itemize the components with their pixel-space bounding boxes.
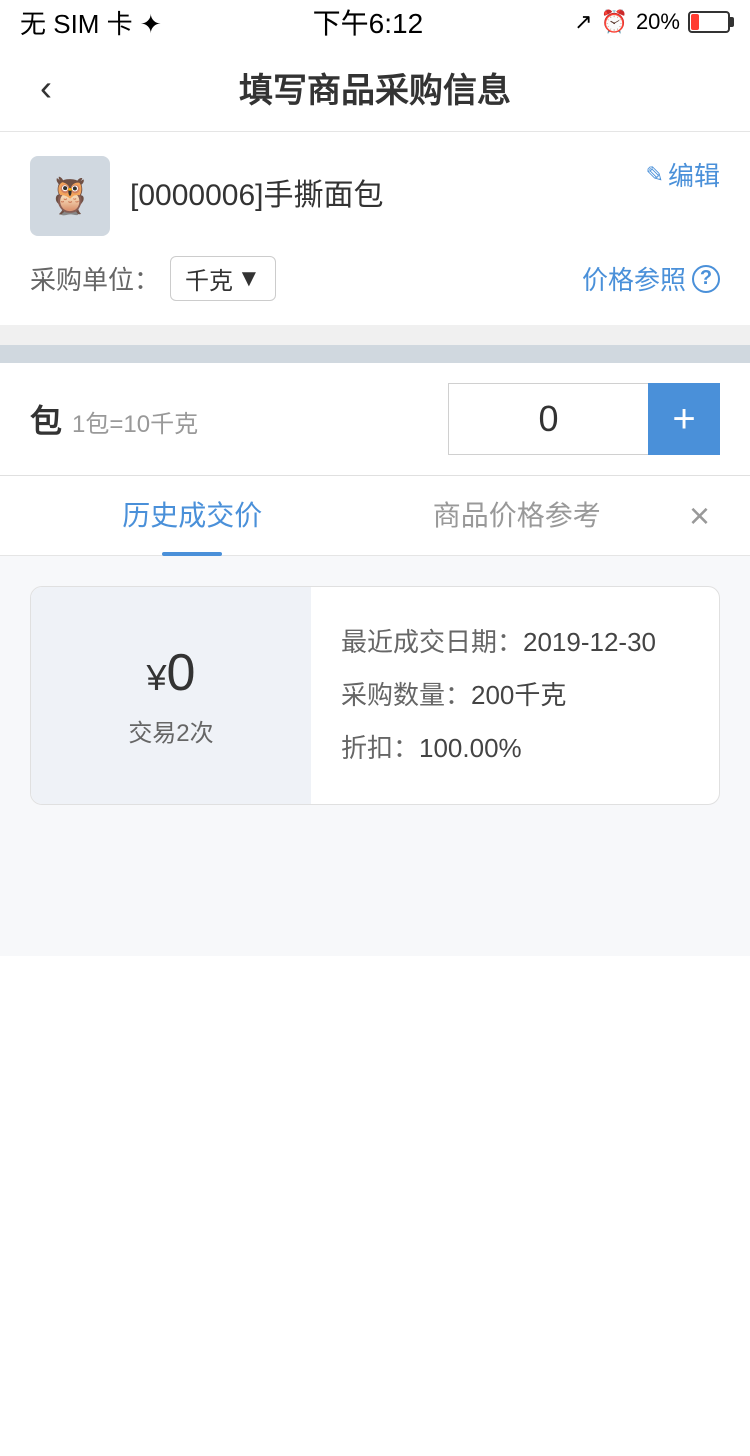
- price-card-right: 最近成交日期：2019-12-30 采购数量：200千克 折扣：100.00%: [311, 587, 719, 804]
- product-header: 🦉 [0000006]手撕面包 ✎ 编辑: [30, 156, 720, 236]
- price-value: ¥0: [147, 643, 196, 703]
- price-card-left: ¥0 交易2次: [31, 587, 311, 804]
- edit-icon: ✎: [646, 162, 664, 188]
- navigation-arrow: ↗: [574, 9, 592, 35]
- edit-button[interactable]: ✎ 编辑: [646, 156, 720, 193]
- status-left: 无 SIM 卡 ✦: [20, 4, 162, 41]
- status-right: ↗ ⏰ 20%: [574, 9, 730, 35]
- page-title: 填写商品采购信息: [239, 63, 511, 112]
- help-icon: ?: [692, 265, 720, 293]
- unit-select[interactable]: 千克 ▼: [170, 256, 276, 301]
- tab-section: 历史成交价 商品价格参考 × ¥0 交易2次 最近成交日期：2019-12-30…: [0, 475, 750, 956]
- back-button[interactable]: ‹: [30, 57, 62, 119]
- nav-bar: ‹ 填写商品采购信息: [0, 44, 750, 132]
- product-meta: 采购单位： 千克 ▼ 价格参照 ?: [30, 256, 720, 301]
- alarm-icon: ⏰: [601, 9, 628, 35]
- tab-close-button[interactable]: ×: [679, 485, 720, 547]
- product-left: 🦉 [0000006]手撕面包: [30, 156, 383, 236]
- price-reference-button[interactable]: 价格参照 ?: [582, 260, 720, 297]
- content-area: ¥0 交易2次 最近成交日期：2019-12-30 采购数量：200千克 折扣：…: [0, 556, 750, 956]
- product-section: 🦉 [0000006]手撕面包 ✎ 编辑 采购单位： 千克 ▼ 价格参照 ?: [0, 132, 750, 325]
- tab-product-price-ref[interactable]: 商品价格参考: [354, 476, 678, 556]
- quantity-section: 包 1包=10千克 +: [0, 363, 750, 475]
- product-owl-logo: 🦉: [48, 178, 93, 214]
- tab-history-price[interactable]: 历史成交价: [30, 476, 354, 556]
- price-trades: 交易2次: [128, 713, 213, 748]
- no-sim-text: 无 SIM 卡 ✦: [20, 4, 162, 41]
- product-thumbnail: 🦉: [30, 156, 110, 236]
- quantity-label: 包 1包=10千克: [30, 396, 198, 442]
- quantity-plus-button[interactable]: +: [648, 383, 720, 455]
- quantity-input-area: +: [448, 383, 720, 455]
- battery-percent: 20%: [636, 9, 680, 35]
- status-time: 下午6:12: [313, 2, 424, 42]
- unit-main: 包: [30, 396, 62, 442]
- unit-label: 采购单位： 千克 ▼: [30, 256, 276, 301]
- gray-divider: [0, 345, 750, 363]
- purchase-quantity-row: 采购数量：200千克: [341, 676, 689, 715]
- bottom-area: [0, 956, 750, 1456]
- battery-icon: [688, 11, 730, 33]
- unit-conversion: 1包=10千克: [72, 404, 198, 439]
- quantity-input[interactable]: [448, 383, 648, 455]
- history-price-card: ¥0 交易2次 最近成交日期：2019-12-30 采购数量：200千克 折扣：…: [30, 586, 720, 805]
- tab-header: 历史成交价 商品价格参考 ×: [0, 476, 750, 556]
- recent-date-row: 最近成交日期：2019-12-30: [341, 623, 689, 662]
- discount-row: 折扣：100.00%: [341, 729, 689, 768]
- product-name: [0000006]手撕面包: [130, 175, 383, 217]
- status-bar: 无 SIM 卡 ✦ 下午6:12 ↗ ⏰ 20%: [0, 0, 750, 44]
- yen-symbol: ¥: [147, 657, 167, 698]
